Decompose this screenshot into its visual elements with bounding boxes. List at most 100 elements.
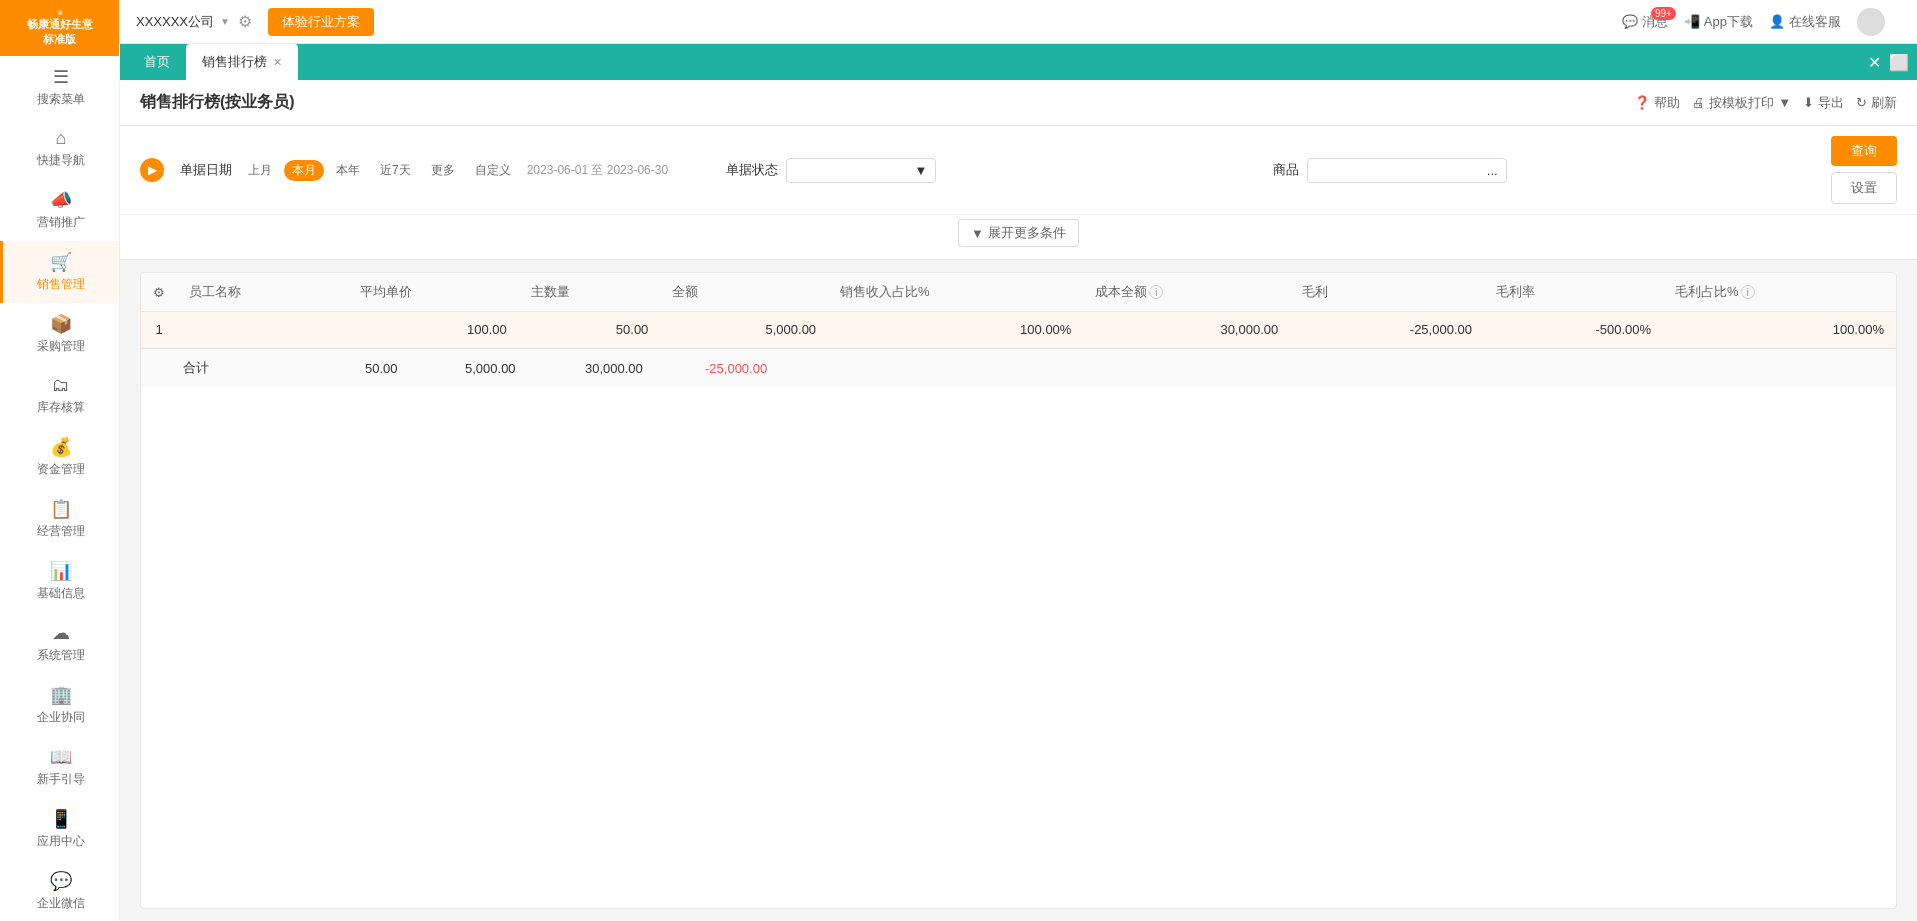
tab-close-icon[interactable]: ✕ <box>273 56 282 69</box>
table-gear-icon[interactable]: ⚙ <box>153 285 165 300</box>
system-icon: ☁ <box>52 622 70 644</box>
page-actions: ❓ 帮助 🖨 按模板打印 ▼ ⬇ 导出 ↻ 刷新 <box>1634 94 1897 112</box>
filter-goods-col: 商品 ... <box>1273 158 1803 183</box>
date-range-display: 2023-06-01 至 2023-06-30 <box>527 162 668 179</box>
sidebar: 畅 畅康通好生意 标准版 ☰ 搜索菜单 ⌂ 快捷导航 📣 营销推广 🛒 销售管理… <box>0 0 120 921</box>
print-chevron-icon: ▼ <box>1778 95 1791 110</box>
marketing-icon: 📣 <box>50 189 72 211</box>
appcenter-icon: 📱 <box>50 808 72 830</box>
sidebar-item-appcenter[interactable]: 📱 应用中心 <box>0 798 119 860</box>
sidebar-item-label: 企业微信 <box>37 895 85 912</box>
date-tab-current-month[interactable]: 本月 <box>284 160 324 181</box>
cell-avg-price: 100.00 <box>348 312 519 348</box>
col-header-amount: 全额 <box>660 273 828 312</box>
sidebar-item-operations[interactable]: 📋 经营管理 <box>0 488 119 550</box>
sidebar-item-inventory[interactable]: 🗂 库存核算 <box>0 365 119 426</box>
company-selector[interactable]: XXXXXX公司 ▼ <box>136 13 230 31</box>
sidebar-item-system[interactable]: ☁ 系统管理 <box>0 612 119 674</box>
refresh-btn[interactable]: ↻ 刷新 <box>1856 94 1897 112</box>
tab-sales-rank[interactable]: 销售排行榜 ✕ <box>186 44 298 80</box>
logo-icon: 畅 <box>46 10 74 15</box>
avatar[interactable] <box>1857 8 1885 36</box>
expand-label: 展开更多条件 <box>988 224 1066 242</box>
cell-gross: -25,000.00 <box>1290 312 1484 348</box>
date-tabs: 上月 本月 本年 近7天 更多 自定义 <box>240 160 519 181</box>
sidebar-item-label: 新手引导 <box>37 771 85 788</box>
footer-cells: 50.00 5,000.00 30,000.00 -25,000.00 <box>353 361 1884 376</box>
sidebar-item-guide[interactable]: 📖 新手引导 <box>0 736 119 798</box>
sidebar-item-marketing[interactable]: 📣 营销推广 <box>0 179 119 241</box>
help-label: 帮助 <box>1654 94 1680 112</box>
query-btn[interactable]: 查询 <box>1831 136 1897 166</box>
sidebar-item-label: 营销推广 <box>37 214 85 231</box>
sidebar-logo: 畅 畅康通好生意 标准版 <box>0 0 119 56</box>
sidebar-item-purchase[interactable]: 📦 采购管理 <box>0 303 119 365</box>
col-header-sales-pct: 销售收入占比% <box>828 273 1083 312</box>
header-gear-icon[interactable]: ⚙ <box>238 12 252 31</box>
tab-bar-actions: ✕ ⬜ <box>1868 53 1909 72</box>
sidebar-item-search[interactable]: ☰ 搜索菜单 <box>0 56 119 118</box>
sidebar-item-label: 快捷导航 <box>37 152 85 169</box>
finance-icon: 💰 <box>50 436 72 458</box>
export-label: 导出 <box>1818 94 1844 112</box>
tab-bar: 首页 销售排行榜 ✕ ✕ ⬜ <box>120 44 1917 80</box>
col-header-cost: 成本全额 i <box>1083 273 1290 312</box>
logo-line1: 畅康通好生意 <box>27 18 93 30</box>
tab-home-label: 首页 <box>144 53 170 71</box>
export-btn[interactable]: ⬇ 导出 <box>1803 94 1844 112</box>
sidebar-item-label: 经营管理 <box>37 523 85 540</box>
expand-more-btn[interactable]: ▼ 展开更多条件 <box>958 219 1079 247</box>
message-btn[interactable]: 💬 消息 99+ <box>1622 13 1668 31</box>
sidebar-item-label: 库存核算 <box>37 399 85 416</box>
help-icon: ❓ <box>1634 95 1650 110</box>
message-icon: 💬 <box>1622 14 1638 29</box>
filter-arrow-btn[interactable]: ▶ <box>140 158 164 182</box>
sidebar-item-label: 企业协同 <box>37 709 85 726</box>
sidebar-item-enterprise[interactable]: 🏢 企业协同 <box>0 674 119 736</box>
page-title: 销售排行榜(按业务员) <box>140 92 295 113</box>
sidebar-item-label: 销售管理 <box>37 276 85 293</box>
refresh-label: 刷新 <box>1871 94 1897 112</box>
filter-date-col: 单据日期 上月 本月 本年 近7天 更多 自定义 2023-06-01 至 20… <box>180 160 710 181</box>
sidebar-item-label: 采购管理 <box>37 338 85 355</box>
app-download-icon: 📲 <box>1684 14 1700 29</box>
trial-btn[interactable]: 体验行业方案 <box>268 8 374 36</box>
col-header-gross-rate: 毛利率 <box>1484 273 1663 312</box>
settings-btn[interactable]: 设置 <box>1831 172 1897 204</box>
gross-pct-info-icon[interactable]: i <box>1741 285 1755 299</box>
date-tab-prev-month[interactable]: 上月 <box>240 160 280 181</box>
basicinfo-icon: 📊 <box>50 560 72 582</box>
home-icon: ⌂ <box>56 128 67 149</box>
sidebar-item-sales[interactable]: 🛒 销售管理 <box>0 241 119 303</box>
date-tab-last7days[interactable]: 近7天 <box>372 160 419 181</box>
filter-expand-row: ▼ 展开更多条件 <box>120 215 1917 260</box>
date-tab-current-year[interactable]: 本年 <box>328 160 368 181</box>
tab-restore-icon[interactable]: ⬜ <box>1889 53 1909 72</box>
sidebar-item-wechat[interactable]: 💬 企业微信 <box>0 860 119 921</box>
sidebar-item-label: 系统管理 <box>37 647 85 664</box>
top-header: XXXXXX公司 ▼ ⚙ 体验行业方案 💬 消息 99+ 📲 App下载 👤 在… <box>120 0 1917 44</box>
print-btn[interactable]: 🖨 按模板打印 ▼ <box>1692 94 1791 112</box>
sidebar-item-basicinfo[interactable]: 📊 基础信息 <box>0 550 119 612</box>
goods-input[interactable]: ... <box>1307 158 1507 183</box>
sidebar-item-quicknav[interactable]: ⌂ 快捷导航 <box>0 118 119 179</box>
status-select[interactable]: ▼ <box>786 158 936 183</box>
footer-label: 合计 <box>153 359 353 377</box>
col-header-qty: 主数量 <box>519 273 661 312</box>
inventory-icon: 🗂 <box>52 375 70 396</box>
help-btn[interactable]: ❓ 帮助 <box>1634 94 1680 112</box>
app-download-btn[interactable]: 📲 App下载 <box>1684 13 1753 31</box>
print-label: 按模板打印 <box>1709 94 1774 112</box>
col-header-gross-pct: 毛利占比% i <box>1663 273 1896 312</box>
operations-icon: 📋 <box>50 498 72 520</box>
status-select-chevron: ▼ <box>914 163 927 178</box>
date-tab-custom[interactable]: 自定义 <box>467 160 519 181</box>
date-tab-more[interactable]: 更多 <box>423 160 463 181</box>
online-service-btn[interactable]: 👤 在线客服 <box>1769 13 1841 31</box>
print-icon: 🖨 <box>1692 95 1705 110</box>
tab-home[interactable]: 首页 <box>128 44 186 80</box>
tab-close-all-icon[interactable]: ✕ <box>1868 53 1881 72</box>
filter-bar: ▶ 单据日期 上月 本月 本年 近7天 更多 自定义 2023-06-01 至 … <box>120 126 1917 215</box>
cost-info-icon[interactable]: i <box>1149 285 1163 299</box>
sidebar-item-finance[interactable]: 💰 资金管理 <box>0 426 119 488</box>
